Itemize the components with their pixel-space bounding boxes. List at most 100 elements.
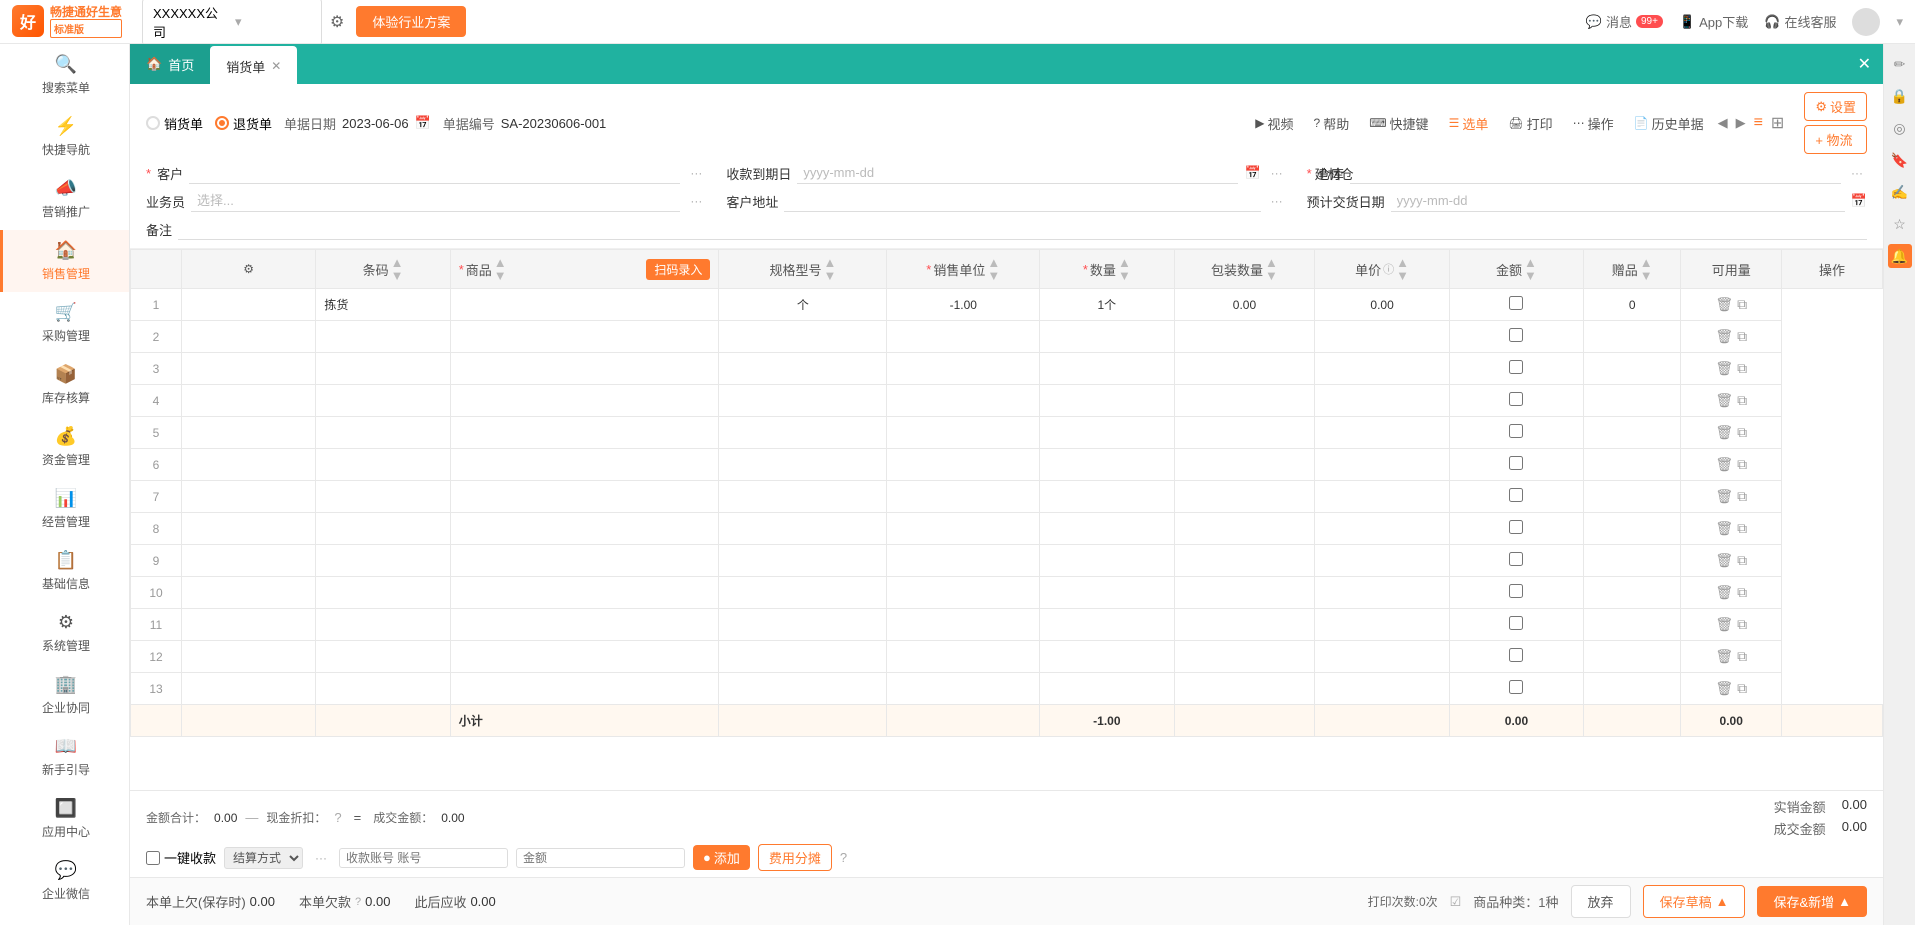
copy-icon[interactable]: ⧉ <box>1737 648 1747 665</box>
row-spec[interactable] <box>450 513 719 545</box>
save-new-button[interactable]: 保存&新增 ▲ <box>1757 886 1867 917</box>
rs-bookmark-icon[interactable]: 🔖 <box>1888 148 1912 172</box>
row-barcode[interactable] <box>181 641 315 673</box>
row-product[interactable]: 拣货 <box>316 289 450 321</box>
payment-due-input[interactable] <box>797 162 1238 184</box>
expense-button[interactable]: 费用分摊 <box>758 844 832 871</box>
row-price[interactable] <box>1174 577 1315 609</box>
row-price[interactable] <box>1174 641 1315 673</box>
row-product[interactable] <box>316 481 450 513</box>
row-product[interactable] <box>316 641 450 673</box>
row-barcode[interactable] <box>181 353 315 385</box>
copy-icon[interactable]: ⧉ <box>1737 488 1747 505</box>
row-barcode[interactable] <box>181 673 315 705</box>
copy-icon[interactable]: ⧉ <box>1737 392 1747 409</box>
row-price[interactable]: 0.00 <box>1174 289 1315 321</box>
avatar[interactable] <box>1852 8 1880 36</box>
sidebar-item-inventory[interactable]: 📦 库存核算 <box>0 354 129 416</box>
row-price[interactable] <box>1174 481 1315 513</box>
row-price[interactable] <box>1174 353 1315 385</box>
copy-icon[interactable]: ⧉ <box>1737 296 1747 313</box>
row-spec[interactable] <box>450 481 719 513</box>
delete-icon[interactable]: 🗑 <box>1715 648 1733 665</box>
row-price[interactable] <box>1174 449 1315 481</box>
rs-pencil-icon[interactable]: ✍ <box>1888 180 1912 204</box>
row-qty[interactable]: -1.00 <box>887 289 1040 321</box>
calc-method-ellipsis[interactable]: ··· <box>311 849 331 867</box>
abandon-button[interactable]: 放弃 <box>1571 885 1631 918</box>
sidebar-item-purchase[interactable]: 🛒 采购管理 <box>0 292 129 354</box>
warehouse-input[interactable] <box>1350 162 1841 184</box>
rs-orange-icon[interactable]: 🔔 <box>1888 244 1912 268</box>
grid-view-btn[interactable]: ≡ <box>1754 114 1763 132</box>
calendar-icon[interactable]: 📅 <box>415 115 431 131</box>
delivery-date-input[interactable] <box>1391 190 1845 212</box>
row-qty[interactable] <box>887 321 1040 353</box>
delete-icon[interactable]: 🗑 <box>1715 360 1733 377</box>
rs-edit-icon[interactable]: ✏ <box>1888 52 1912 76</box>
row-product[interactable] <box>316 449 450 481</box>
message-btn[interactable]: 💬 消息 99+ <box>1586 12 1663 31</box>
warehouse-ellipsis[interactable]: ··· <box>1847 164 1867 182</box>
row-barcode[interactable] <box>181 289 315 321</box>
tab-close-icon[interactable]: ✕ <box>271 59 281 73</box>
sidebar-item-finance[interactable]: 💰 资金管理 <box>0 416 129 478</box>
row-spec[interactable] <box>450 545 719 577</box>
sidebar-item-system[interactable]: ⚙ 系统管理 <box>0 602 129 664</box>
row-product[interactable] <box>316 417 450 449</box>
salesperson-ellipsis[interactable]: ··· <box>686 192 706 210</box>
row-product[interactable] <box>316 545 450 577</box>
tab-bar-close[interactable]: ✕ <box>1858 54 1871 74</box>
tab-home[interactable]: 🏠 首页 <box>130 44 210 84</box>
add-button[interactable]: ● 添加 <box>693 845 750 870</box>
row-price[interactable] <box>1174 609 1315 641</box>
one-click-checkbox[interactable] <box>146 851 160 865</box>
gear-button[interactable]: ⚙ <box>330 12 344 32</box>
salesperson-input[interactable] <box>191 190 680 212</box>
payment-cal-icon[interactable]: 📅 <box>1244 165 1260 181</box>
row-product[interactable] <box>316 513 450 545</box>
radio-sales-order[interactable]: 销货单 <box>146 114 203 133</box>
row-barcode[interactable] <box>181 609 315 641</box>
row-spec[interactable] <box>450 289 719 321</box>
sidebar-item-quick-nav[interactable]: ⚡ 快捷导航 <box>0 106 129 168</box>
row-barcode[interactable] <box>181 385 315 417</box>
row-barcode[interactable] <box>181 513 315 545</box>
row-spec[interactable] <box>450 577 719 609</box>
row-price[interactable] <box>1174 385 1315 417</box>
amount-input[interactable] <box>516 848 685 868</box>
print-btn[interactable]: 🖨 打印 <box>1502 111 1558 136</box>
calc-method-select[interactable]: 结算方式 <box>224 847 303 869</box>
delete-icon[interactable]: 🗑 <box>1715 584 1733 601</box>
sidebar-item-basic-info[interactable]: 📋 基础信息 <box>0 540 129 602</box>
row-price[interactable] <box>1174 513 1315 545</box>
row-qty[interactable] <box>887 673 1040 705</box>
customer-input[interactable] <box>189 162 680 184</box>
delete-icon[interactable]: 🗑 <box>1715 424 1733 441</box>
history-btn[interactable]: 📄 历史单据 <box>1628 111 1710 136</box>
sidebar-item-enterprise[interactable]: 🏢 企业协同 <box>0 664 129 726</box>
sidebar-item-app-center[interactable]: 🔲 应用中心 <box>0 788 129 850</box>
status-question[interactable]: ? <box>355 896 361 908</box>
row-spec[interactable] <box>450 385 719 417</box>
try-button[interactable]: 体验行业方案 <box>356 6 466 37</box>
row-gift[interactable] <box>1449 417 1583 449</box>
row-qty[interactable] <box>887 385 1040 417</box>
radio-return-order[interactable]: 退货单 <box>215 114 272 133</box>
row-barcode[interactable] <box>181 481 315 513</box>
row-spec[interactable] <box>450 449 719 481</box>
company-selector[interactable]: XXXXXX公司 ▾ <box>142 0 322 46</box>
row-barcode[interactable] <box>181 417 315 449</box>
row-gift[interactable] <box>1449 545 1583 577</box>
goods-type-icon[interactable]: ☑ <box>1450 894 1462 910</box>
row-gift[interactable] <box>1449 385 1583 417</box>
row-product[interactable] <box>316 609 450 641</box>
copy-icon[interactable]: ⧉ <box>1737 520 1747 537</box>
row-product[interactable] <box>316 577 450 609</box>
row-qty[interactable] <box>887 577 1040 609</box>
row-qty[interactable] <box>887 513 1040 545</box>
row-product[interactable] <box>316 385 450 417</box>
select-btn[interactable]: ☰ 选单 <box>1443 111 1495 136</box>
customer-address-input[interactable] <box>784 190 1260 212</box>
copy-icon[interactable]: ⧉ <box>1737 456 1747 473</box>
